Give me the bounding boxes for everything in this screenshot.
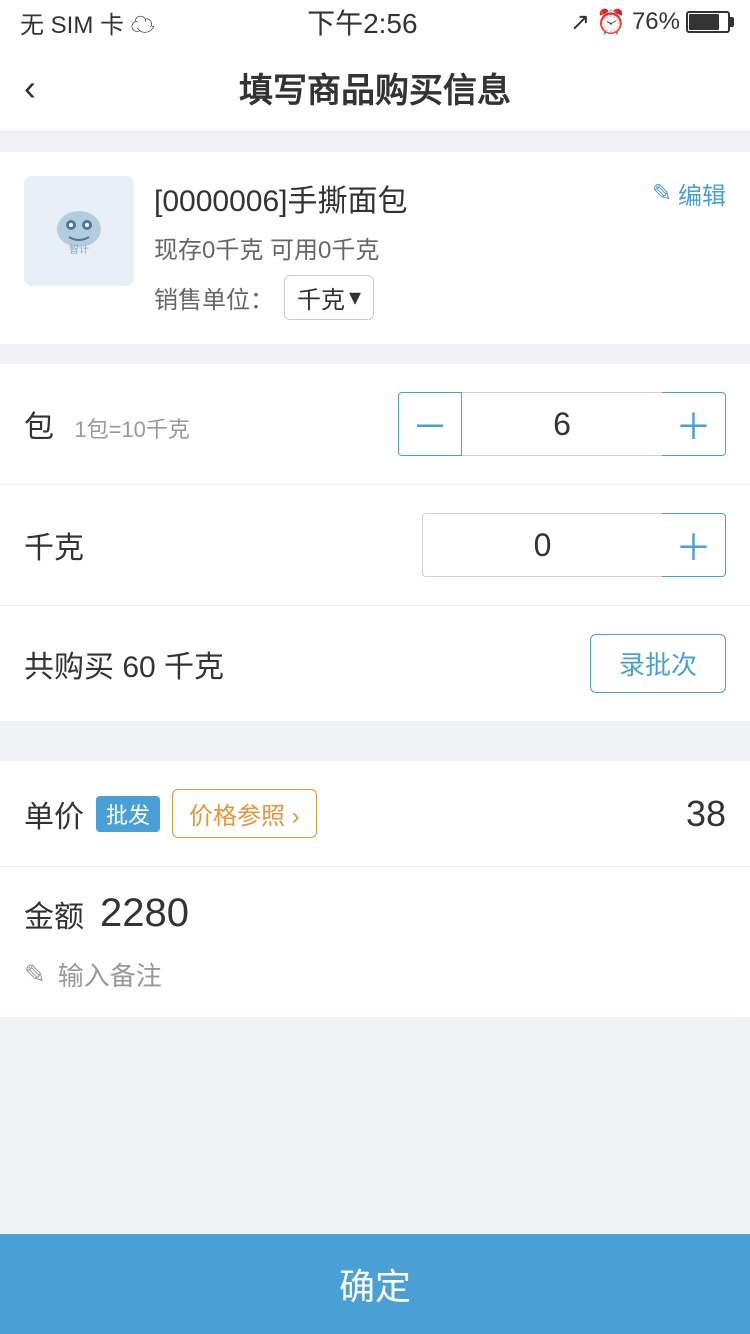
remark-icon: ✎ — [24, 959, 46, 990]
divider-1 — [0, 344, 750, 364]
unit-select[interactable]: 千克 ▾ — [284, 275, 374, 320]
unit-value: 千克 — [297, 280, 345, 315]
edit-button[interactable]: ✎ 编辑 — [652, 176, 726, 211]
summary-text: 共购买 60 千克 — [24, 642, 224, 686]
alarm-icon: ⏰ — [596, 8, 626, 37]
amount-section: 金额 2280 ✎ 输入备注 — [0, 867, 750, 1017]
back-button[interactable]: ‹ — [24, 67, 36, 109]
location-icon: ↗ — [570, 8, 590, 37]
nav-bar: ‹ 填写商品购买信息 — [0, 44, 750, 132]
battery-icon — [686, 11, 730, 33]
package-label: 包 1包=10千克 — [24, 402, 398, 446]
input-section: 包 1包=10千克 － ＋ 千克 ＋ — [0, 364, 750, 606]
amount-label: 金额 — [24, 892, 84, 936]
price-value: 38 — [686, 793, 726, 835]
kilogram-label: 千克 — [24, 523, 422, 567]
amount-value: 2280 — [100, 891, 189, 936]
package-quantity-control: － ＋ — [398, 392, 726, 456]
divider-2 — [0, 721, 750, 741]
product-stock: 现存0千克 可用0千克 — [154, 230, 726, 265]
kilogram-quantity-input[interactable] — [422, 513, 662, 577]
svg-text:智计: 智计 — [69, 243, 89, 256]
price-ref-button[interactable]: 价格参照 › — [172, 789, 317, 838]
amount-row: 金额 2280 — [24, 891, 726, 936]
remark-row[interactable]: ✎ 输入备注 — [24, 956, 726, 1017]
package-minus-button[interactable]: － — [398, 392, 462, 456]
batch-button[interactable]: 录批次 — [590, 634, 726, 693]
summary-row: 共购买 60 千克 录批次 — [0, 606, 750, 721]
package-plus-button[interactable]: ＋ — [662, 392, 726, 456]
package-hint: 1包=10千克 — [74, 417, 190, 442]
status-right: ↗ ⏰ 76% — [570, 8, 730, 37]
status-time: 下午2:56 — [307, 2, 418, 42]
sim-label: 无 SIM 卡 ☁ — [20, 5, 155, 40]
price-section: 单价 批发 价格参照 › 38 — [0, 761, 750, 867]
product-logo: 智计 — [49, 201, 109, 261]
product-info: [0000006]手撕面包 现存0千克 可用0千克 销售单位： 千克 ▾ — [154, 176, 726, 320]
edit-icon: ✎ — [652, 179, 672, 208]
price-row: 单价 批发 价格参照 › 38 — [0, 761, 750, 867]
kilogram-row: 千克 ＋ — [0, 485, 750, 606]
status-bar: 无 SIM 卡 ☁ 下午2:56 ↗ ⏰ 76% — [0, 0, 750, 44]
unit-arrow: ▾ — [349, 283, 361, 312]
status-left: 无 SIM 卡 ☁ — [20, 5, 155, 40]
confirm-button[interactable]: 确定 — [0, 1234, 750, 1334]
product-unit: 销售单位： 千克 ▾ — [154, 275, 726, 320]
package-quantity-input[interactable] — [462, 392, 662, 456]
package-row: 包 1包=10千克 － ＋ — [0, 364, 750, 485]
product-name: [0000006]手撕面包 — [154, 176, 726, 220]
price-label: 单价 — [24, 792, 84, 836]
product-card: 智计 [0000006]手撕面包 现存0千克 可用0千克 销售单位： 千克 ▾ … — [0, 152, 750, 344]
battery-label: 76% — [632, 8, 680, 36]
remark-label: 输入备注 — [58, 956, 162, 993]
kilogram-quantity-control: ＋ — [422, 513, 726, 577]
price-tag: 批发 — [96, 796, 160, 832]
product-image: 智计 — [24, 176, 134, 286]
edit-label: 编辑 — [678, 176, 726, 211]
kilogram-plus-button[interactable]: ＋ — [662, 513, 726, 577]
price-left: 单价 批发 价格参照 › — [24, 789, 317, 838]
page-title: 填写商品购买信息 — [239, 63, 511, 112]
